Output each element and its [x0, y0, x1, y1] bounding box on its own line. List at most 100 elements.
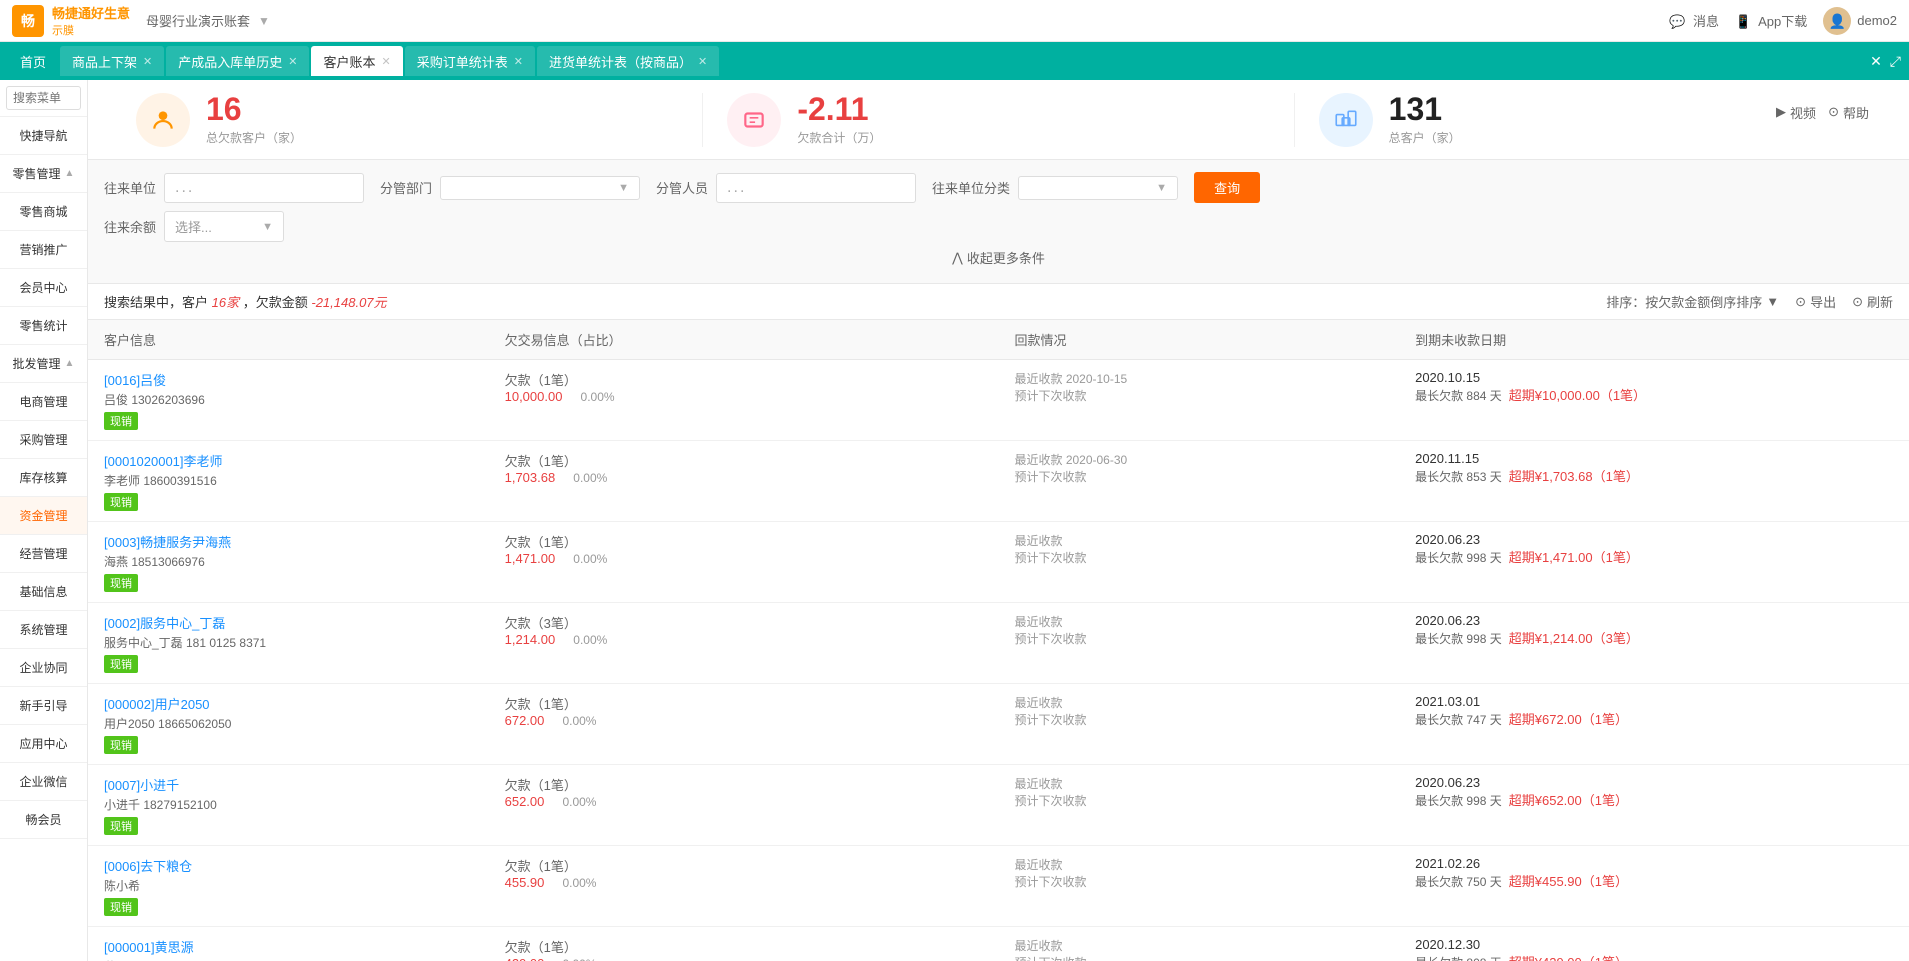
payment-status-cell: 最近收款 2020-10-15 预计下次收款 — [998, 360, 1399, 441]
debt-amount[interactable]: 455.90 — [505, 875, 545, 890]
search-button[interactable]: 查询 — [1194, 172, 1260, 203]
overdue-amount-link[interactable]: 超期¥1,471.00（1笔） — [1509, 550, 1639, 565]
overdue-amount-link[interactable]: 超期¥652.00（1笔） — [1509, 793, 1628, 808]
overdue-amount-link[interactable]: 超期¥1,214.00（3笔） — [1509, 631, 1639, 646]
customer-tag: 现销 — [104, 655, 138, 673]
debt-count: 欠款（3笔） — [505, 616, 577, 631]
customer-name-link[interactable]: [0001020001]李老师 — [104, 451, 473, 470]
close-icon[interactable]: ✕ — [143, 55, 152, 68]
tab-purchase-stats[interactable]: 采购订单统计表 ✕ — [405, 46, 535, 76]
sidebar-item-enterprise-collab[interactable]: 企业协同 — [0, 649, 87, 687]
sidebar-search-area[interactable] — [0, 80, 87, 117]
tab-inbound-stats[interactable]: 进货单统计表（按商品） ✕ — [537, 46, 719, 76]
sidebar-item-vip[interactable]: 畅会员 — [0, 801, 87, 839]
total-debt-customers-label: 总欠款客户（家） — [206, 129, 302, 146]
debt-amount[interactable]: 429.00 — [505, 956, 545, 961]
col-payment-status: 回款情况 — [998, 320, 1399, 360]
debt-amount[interactable]: 1,703.68 — [505, 470, 556, 485]
next-payment: 预计下次收款 — [1014, 551, 1086, 565]
overdue-amount-link[interactable]: 超期¥429.00（1笔） — [1509, 955, 1628, 961]
sidebar-item-purchase-mgmt[interactable]: 采购管理 — [0, 421, 87, 459]
sidebar-item-quick-nav[interactable]: 快捷导航 — [0, 117, 87, 155]
close-icon[interactable]: ✕ — [288, 55, 297, 68]
sidebar-item-newbie-guide[interactable]: 新手引导 — [0, 687, 87, 725]
balance-select[interactable]: 选择... ▼ — [164, 211, 284, 242]
sidebar-item-ecommerce[interactable]: 电商管理 — [0, 383, 87, 421]
overdue-amount-link[interactable]: 超期¥672.00（1笔） — [1509, 712, 1628, 727]
overdue-days: 最长欠款 998 天 — [1415, 551, 1505, 565]
dept-select[interactable]: ▼ — [440, 176, 640, 200]
app-download-btn[interactable]: 📱 App下载 — [1735, 11, 1807, 30]
customer-name-link[interactable]: [0016]吕俊 — [104, 370, 473, 389]
message-btn[interactable]: 💬 消息 — [1669, 11, 1719, 30]
result-summary: 搜索结果中，客户 16家 ，欠款金额 -21,148.07元 — [104, 292, 387, 311]
customer-name-link[interactable]: [000001]黄思源 — [104, 937, 473, 956]
close-icon[interactable]: ✕ — [698, 55, 707, 68]
tab-customer-account[interactable]: 客户账本 ✕ — [311, 46, 402, 76]
overdue-amount-link[interactable]: 超期¥1,703.68（1笔） — [1509, 469, 1639, 484]
sidebar-item-basic-info[interactable]: 基础信息 — [0, 573, 87, 611]
sidebar-item-retail-mall[interactable]: 零售商城 — [0, 193, 87, 231]
source-unit-input[interactable]: ... — [164, 173, 364, 203]
overdue-amount-link[interactable]: 超期¥455.90（1笔） — [1509, 874, 1628, 889]
overdue-days: 最长欠款 884 天 — [1415, 389, 1505, 403]
close-icon[interactable]: ✕ — [514, 55, 523, 68]
due-date-cell: 2020.06.23 最长欠款 998 天 超期¥1,214.00（3笔） — [1399, 603, 1909, 684]
debt-amount[interactable]: 652.00 — [505, 794, 545, 809]
avatar-icon: 👤 — [1823, 7, 1851, 35]
collapse-filter-btn[interactable]: ⋀ 收起更多条件 — [104, 248, 1893, 267]
tab-product-listing[interactable]: 商品上下架 ✕ — [60, 46, 164, 76]
sidebar-item-marketing[interactable]: 营销推广 — [0, 231, 87, 269]
video-btn[interactable]: ▶ 视频 — [1776, 103, 1816, 122]
debt-amount[interactable]: 1,471.00 — [505, 551, 556, 566]
manager-input[interactable]: ... — [716, 173, 916, 203]
filter-dept: 分管部门 ▼ — [380, 176, 640, 200]
table-row: [000001]黄思源 黄思源 13552700226 现销 欠款（1笔） 42… — [88, 927, 1909, 961]
tab-home[interactable]: 首页 — [8, 46, 58, 76]
overdue-amount-link[interactable]: 超期¥10,000.00（1笔） — [1509, 388, 1646, 403]
due-date-cell: 2020.06.23 最长欠款 998 天 超期¥1,471.00（1笔） — [1399, 522, 1909, 603]
debt-amount[interactable]: 10,000.00 — [505, 389, 563, 404]
last-payment: 最近收款 — [1014, 939, 1062, 953]
customer-name-link[interactable]: [0006]去下粮仓 — [104, 856, 473, 875]
expand-btn[interactable]: ⤢ — [1890, 53, 1901, 70]
export-btn[interactable]: ⊙ 导出 — [1795, 292, 1836, 311]
source-unit-label: 往来单位 — [104, 178, 156, 197]
sidebar-item-retail-stats[interactable]: 零售统计 — [0, 307, 87, 345]
search-input[interactable] — [6, 86, 81, 110]
total-customers-icon — [1319, 93, 1373, 147]
customer-name-link[interactable]: [0007]小进千 — [104, 775, 473, 794]
unit-category-label: 往来单位分类 — [932, 178, 1010, 197]
sidebar-item-member-center[interactable]: 会员中心 — [0, 269, 87, 307]
stat-info-total: 131 总客户（家） — [1389, 93, 1461, 146]
debt-amount[interactable]: 1,214.00 — [505, 632, 556, 647]
help-btn[interactable]: ⊙ 帮助 — [1828, 103, 1869, 122]
sidebar-item-operations[interactable]: 经营管理 — [0, 535, 87, 573]
customer-name-link[interactable]: [0003]畅捷服务尹海燕 — [104, 532, 473, 551]
tab-production-history[interactable]: 产成品入库单历史 ✕ — [166, 46, 309, 76]
overdue-days: 最长欠款 808 天 — [1415, 956, 1505, 961]
close-icon[interactable]: ✕ — [382, 55, 391, 68]
customer-tag: 现销 — [104, 898, 138, 916]
refresh-btn[interactable]: ⊙ 刷新 — [1852, 292, 1893, 311]
company-dropdown-icon[interactable]: ▼ — [258, 14, 270, 28]
overdue-days: 最长欠款 998 天 — [1415, 794, 1505, 808]
close-all-tabs-btn[interactable]: ✕ — [1870, 53, 1882, 70]
customer-name-link[interactable]: [000002]用户2050 — [104, 694, 473, 713]
sidebar-item-inventory[interactable]: 库存核算 — [0, 459, 87, 497]
table-row: [0002]服务中心_丁磊 服务中心_丁磊 181 0125 8371 现销 欠… — [88, 603, 1909, 684]
due-date-cell: 2020.11.15 最长欠款 853 天 超期¥1,703.68（1笔） — [1399, 441, 1909, 522]
sidebar-item-system[interactable]: 系统管理 — [0, 611, 87, 649]
sidebar-item-app-center[interactable]: 应用中心 — [0, 725, 87, 763]
sidebar-item-wholesale-mgmt[interactable]: 批发管理 ▲ — [0, 345, 87, 383]
sidebar-item-wechat[interactable]: 企业微信 — [0, 763, 87, 801]
unit-category-select[interactable]: ▼ — [1018, 176, 1178, 200]
sidebar-item-finance[interactable]: 资金管理 — [0, 497, 87, 535]
chevron-down-icon: ▲ — [65, 168, 75, 179]
sort-btn[interactable]: 排序：按欠款金额倒序排序 ▼ — [1606, 292, 1779, 311]
customer-name-link[interactable]: [0002]服务中心_丁磊 — [104, 613, 473, 632]
payment-status-cell: 最近收款 预计下次收款 — [998, 927, 1399, 961]
sidebar-item-retail-mgmt[interactable]: 零售管理 ▲ — [0, 155, 87, 193]
debt-amount[interactable]: 672.00 — [505, 713, 545, 728]
user-avatar[interactable]: 👤 demo2 — [1823, 7, 1897, 35]
